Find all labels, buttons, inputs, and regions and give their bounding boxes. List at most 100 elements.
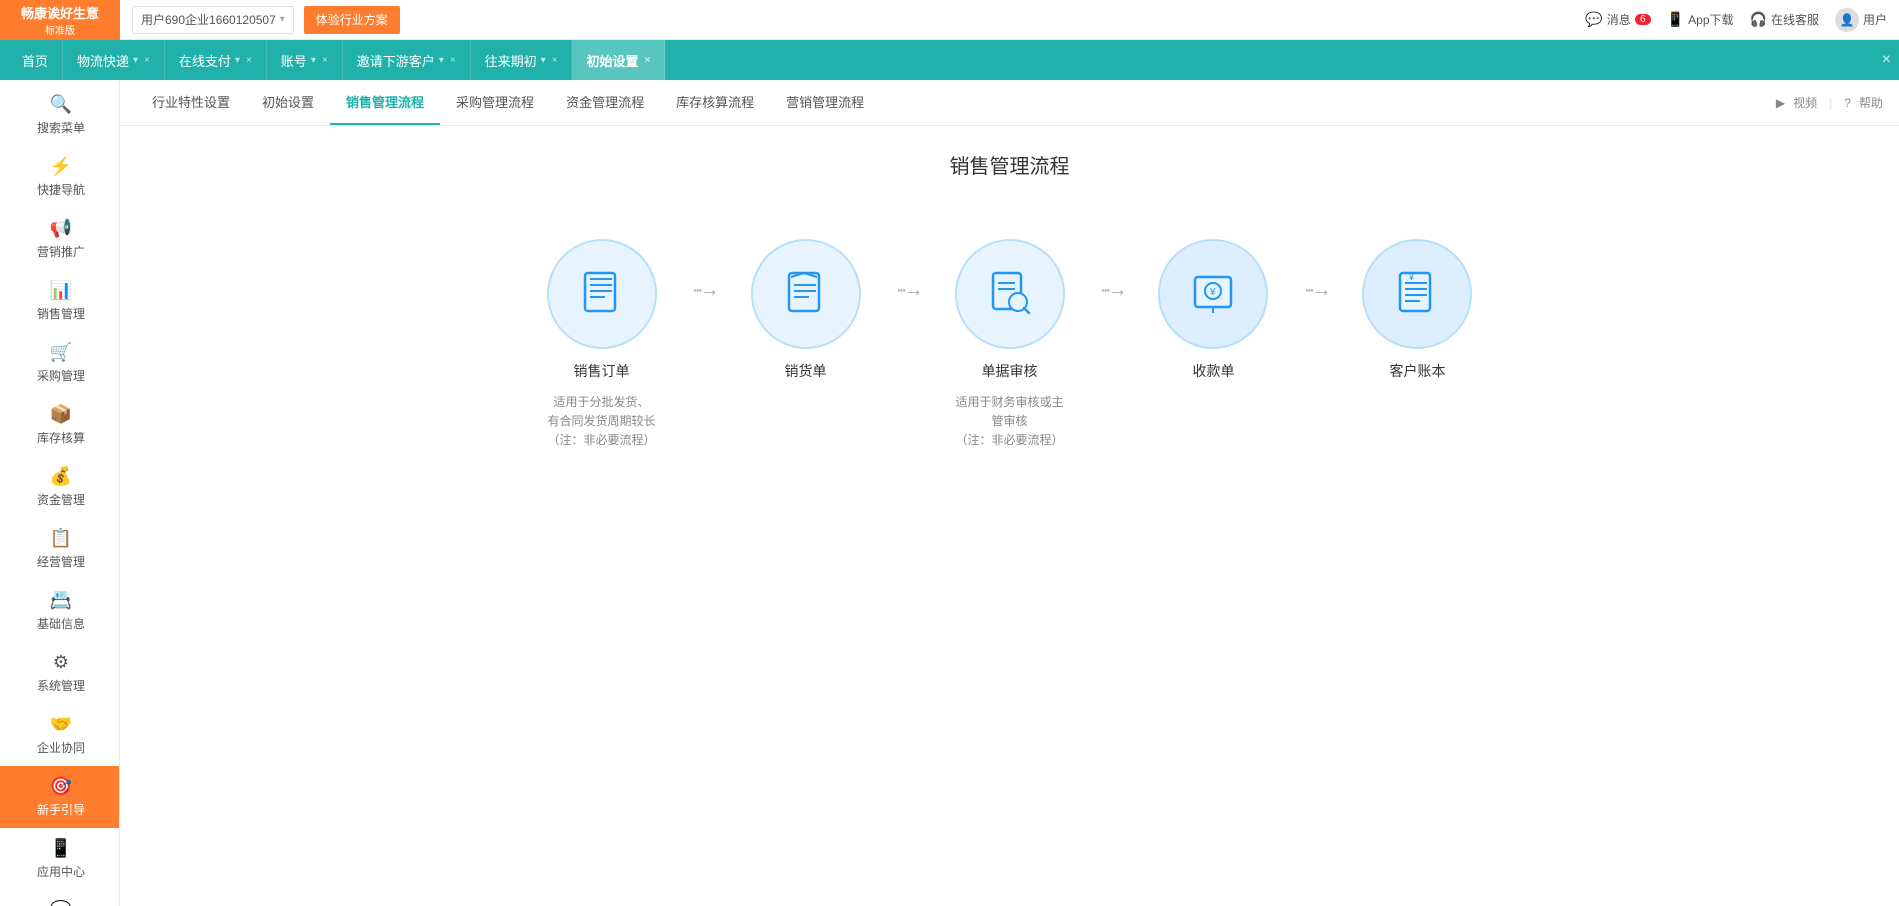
subnav-purchase-flow[interactable]: 采购管理流程: [440, 80, 550, 125]
subnav-industry[interactable]: 行业特性设置: [136, 80, 246, 125]
money-icon: 💰: [50, 466, 72, 487]
nav-tab-invite[interactable]: 邀请下游客户 ▾ ×: [343, 40, 471, 80]
sidebar-item-operation[interactable]: 📋 经营管理: [0, 518, 119, 580]
gear-icon: ⚙: [53, 652, 69, 673]
sidebar-item-apps-label: 应用中心: [37, 863, 85, 880]
nav-tab-account-arrow: ▾: [311, 55, 316, 66]
video-label[interactable]: 视频: [1793, 94, 1817, 111]
flow-desc-sales-order: 适用于分批发货、 有合同发货周期较长 （注：非必要流程）: [548, 393, 656, 451]
nav-tab-logistics[interactable]: 物流快递 ▾ ×: [63, 40, 165, 80]
close-all-button[interactable]: ×: [1882, 51, 1891, 69]
nav-tab-period-close[interactable]: ×: [552, 55, 558, 66]
flow-item-audit: 单据审核 适用于财务审核或主 管审核 （注：非必要流程）: [920, 239, 1100, 451]
flow-item-sales-order: 销售订单 适用于分批发货、 有合同发货周期较长 （注：非必要流程）: [512, 239, 692, 451]
download-icon: 📱: [1667, 11, 1684, 28]
flow-circle-sales-order: [547, 239, 657, 349]
card-icon: 📇: [50, 590, 72, 611]
nav-tab-home[interactable]: 首页: [8, 40, 63, 80]
subnav-finance-flow[interactable]: 资金管理流程: [550, 80, 660, 125]
sidebar-item-operation-label: 经营管理: [37, 553, 85, 570]
subnav-init[interactable]: 初始设置: [246, 80, 330, 125]
message-icon: 💬: [1585, 11, 1602, 28]
sidebar-item-apps[interactable]: 📱 应用中心: [0, 828, 119, 890]
sidebar-item-sales[interactable]: 📊 销售管理: [0, 270, 119, 332]
nav-tab-payment[interactable]: 在线支付 ▾ ×: [165, 40, 267, 80]
nav-tab-payment-close[interactable]: ×: [246, 55, 252, 66]
nav-tab-home-label: 首页: [22, 51, 48, 70]
flow-circle-ledger: ¥: [1362, 239, 1472, 349]
logo-title: 畅康诶好生意: [21, 3, 99, 22]
sub-nav-right: ▶ 视频 | ? 帮助: [1776, 94, 1883, 111]
nav-tab-logistics-close[interactable]: ×: [144, 55, 150, 66]
sidebar-item-collab[interactable]: 🤝 企业协同: [0, 704, 119, 766]
sidebar-item-sales-label: 销售管理: [37, 305, 85, 322]
svg-text:¥: ¥: [1209, 287, 1216, 298]
app-download-action[interactable]: 📱 App下载: [1667, 11, 1734, 28]
nav-tab-init[interactable]: 初始设置 ×: [572, 40, 665, 80]
handshake-icon: 🤝: [50, 714, 72, 735]
sidebar-item-basic[interactable]: 📇 基础信息: [0, 580, 119, 642]
nav-tab-init-label: 初始设置: [586, 51, 638, 70]
sidebar-item-search[interactable]: 🔍 搜索菜单: [0, 84, 119, 146]
page-content: 销售管理流程 销售订单 适用于分批发货、 有合: [120, 126, 1899, 495]
top-bar-left: 畅康诶好生意 标准版 用户690企业1660120507 ▾ 体验行业方案: [0, 0, 400, 40]
online-service-action[interactable]: 🎧 在线客服: [1750, 11, 1819, 28]
nav-tab-account-close[interactable]: ×: [322, 55, 328, 66]
flow-desc-audit: 适用于财务审核或主 管审核 （注：非必要流程）: [955, 393, 1063, 451]
box-icon: 📦: [50, 404, 72, 425]
flow-circle-receipt: ¥: [1158, 239, 1268, 349]
flow-item-sale-bill: 销货单: [716, 239, 896, 393]
flow-circle-audit: [955, 239, 1065, 349]
sidebar-item-system-label: 系统管理: [37, 677, 85, 694]
subnav-inventory-flow[interactable]: 库存核算流程: [660, 80, 770, 125]
flow-name-audit: 单据审核: [982, 361, 1038, 381]
sidebar-item-guide[interactable]: 🎯 新手引导: [0, 766, 119, 828]
sidebar-item-purchase[interactable]: 🛒 采购管理: [0, 332, 119, 394]
message-action[interactable]: 💬 消息 6: [1585, 11, 1650, 28]
nav-tab-payment-label: 在线支付: [179, 51, 231, 70]
flow-item-ledger: ¥ 客户账本: [1327, 239, 1507, 393]
top-bar: 畅康诶好生意 标准版 用户690企业1660120507 ▾ 体验行业方案 💬 …: [0, 0, 1899, 40]
flow-diagram: 销售订单 适用于分批发货、 有合同发货周期较长 （注：非必要流程） ···→: [152, 219, 1867, 471]
sidebar-item-wechat[interactable]: 💬 企业微信: [0, 890, 119, 906]
user-avatar[interactable]: 👤 用户: [1835, 8, 1887, 32]
subnav-sales-flow[interactable]: 销售管理流程: [330, 80, 440, 125]
avatar-icon: 👤: [1840, 13, 1855, 27]
sidebar-item-marketing[interactable]: 📢 营销推广: [0, 208, 119, 270]
nav-tab-logistics-label: 物流快递: [77, 51, 129, 70]
chat-icon: 💬: [50, 900, 72, 906]
svg-text:¥: ¥: [1408, 272, 1415, 282]
logo-subtitle: 标准版: [45, 22, 75, 37]
megaphone-icon: 📢: [50, 218, 72, 239]
sidebar-item-quicknav[interactable]: ⚡ 快捷导航: [0, 146, 119, 208]
nav-tab-account[interactable]: 账号 ▾ ×: [267, 40, 343, 80]
flow-name-sales-order: 销售订单: [574, 361, 630, 381]
video-icon: ▶: [1776, 96, 1785, 110]
sidebar-item-inventory[interactable]: 📦 库存核算: [0, 394, 119, 456]
nav-tab-invite-close[interactable]: ×: [450, 55, 456, 66]
nav-tab-period[interactable]: 往来期初 ▾ ×: [471, 40, 573, 80]
sidebar: 🔍 搜索菜单 ⚡ 快捷导航 📢 营销推广 📊 销售管理 🛒 采购管理 📦 库存核…: [0, 80, 120, 906]
app-body: 🔍 搜索菜单 ⚡ 快捷导航 📢 营销推广 📊 销售管理 🛒 采购管理 📦 库存核…: [0, 80, 1899, 906]
nav-tab-invite-arrow: ▾: [439, 55, 444, 66]
nav-tab-logistics-arrow: ▾: [133, 55, 138, 66]
flow-name-sale-bill: 销货单: [785, 361, 827, 381]
sidebar-item-finance[interactable]: 💰 资金管理: [0, 456, 119, 518]
clipboard-icon: 📋: [50, 528, 72, 549]
search-icon: 🔍: [50, 94, 72, 115]
user-name-label: 用户: [1863, 11, 1887, 28]
help-label[interactable]: 帮助: [1859, 94, 1883, 111]
experience-button[interactable]: 体验行业方案: [304, 6, 400, 34]
sidebar-item-guide-label: 新手引导: [37, 801, 85, 818]
flow-arrow-3: ···→: [1100, 239, 1124, 302]
nav-tab-init-close[interactable]: ×: [644, 55, 650, 66]
mobile-icon: 📱: [50, 838, 72, 859]
sidebar-item-collab-label: 企业协同: [37, 739, 85, 756]
nav-tab-invite-label: 邀请下游客户: [357, 51, 435, 70]
page-title: 销售管理流程: [152, 150, 1867, 179]
sidebar-item-system[interactable]: ⚙ 系统管理: [0, 642, 119, 704]
subnav-marketing-flow[interactable]: 营销管理流程: [770, 80, 880, 125]
top-bar-right: 💬 消息 6 📱 App下载 🎧 在线客服 👤 用户: [1585, 8, 1887, 32]
user-selector[interactable]: 用户690企业1660120507 ▾: [132, 6, 294, 34]
flow-name-receipt: 收款单: [1192, 361, 1234, 381]
